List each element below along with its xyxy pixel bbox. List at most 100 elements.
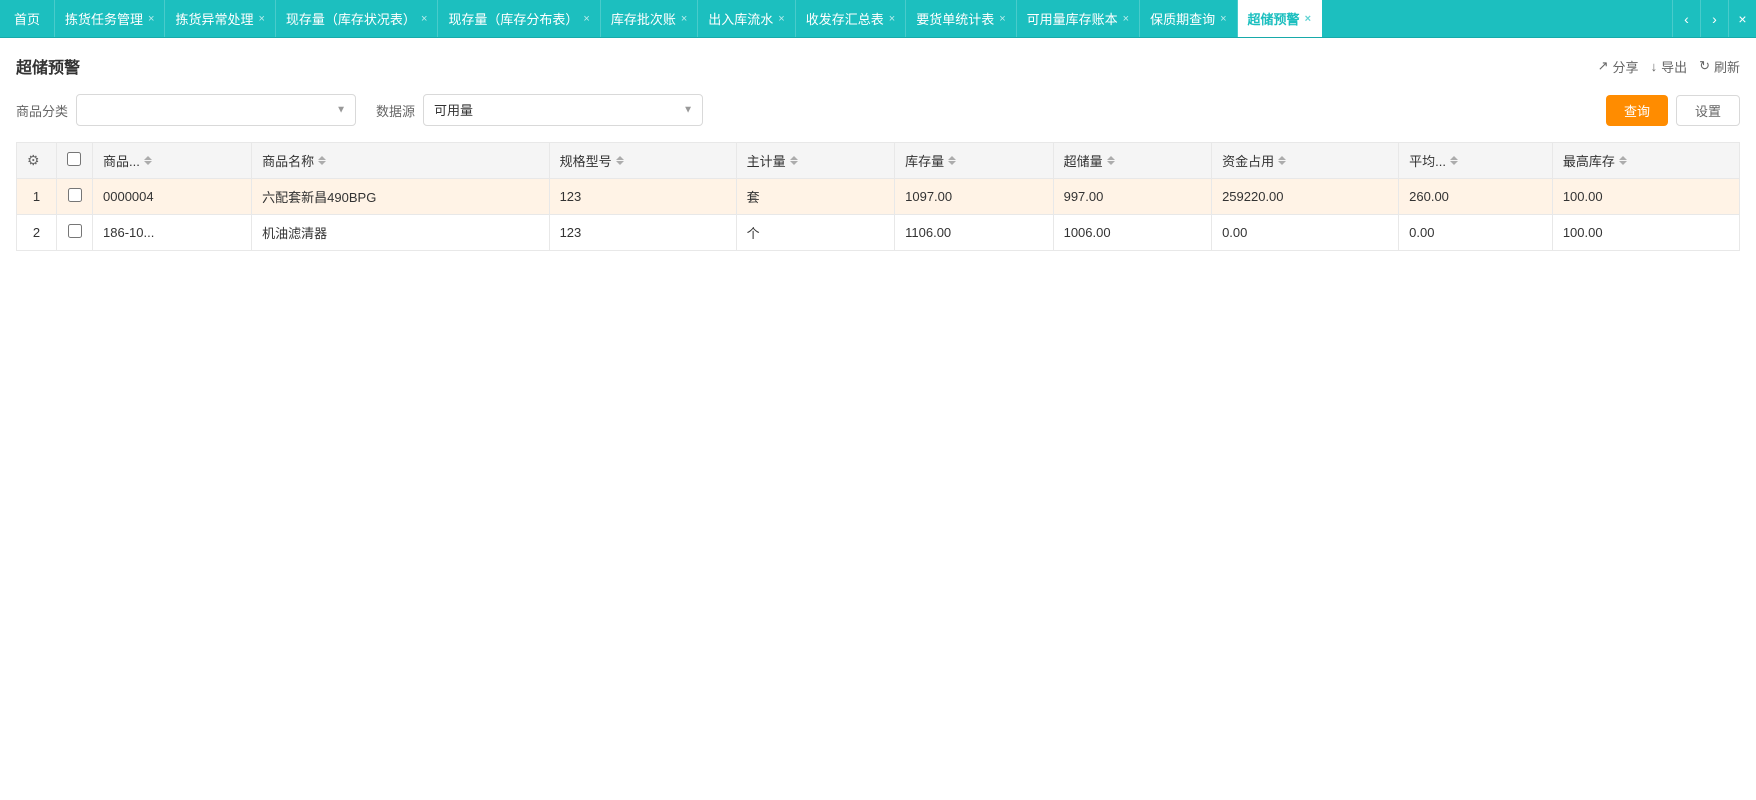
th-product-name[interactable]: 商品名称: [252, 143, 549, 179]
nav-tab-close-tab5[interactable]: ×: [681, 13, 687, 25]
td-product-name: 机油滤清器: [252, 215, 549, 251]
top-navigation: 首页 拣货任务管理×拣货异常处理×现存量（库存状况表）×现存量（库存分布表）×库…: [0, 0, 1756, 38]
th-capital[interactable]: 资金占用: [1212, 143, 1399, 179]
sort-icon-unit: [790, 156, 798, 165]
nav-tab-close-tab6[interactable]: ×: [778, 13, 784, 25]
nav-next-button[interactable]: ›: [1700, 0, 1728, 38]
export-icon: ↓: [1651, 59, 1658, 74]
td-max-stock: 100.00: [1552, 215, 1739, 251]
share-icon: ↗: [1598, 58, 1609, 74]
td-unit: 个: [736, 215, 894, 251]
td-spec: 123: [549, 179, 736, 215]
sort-icon-over: [1107, 156, 1115, 165]
nav-tab-tab8[interactable]: 要货单统计表×: [906, 0, 1016, 38]
td-spec: 123: [549, 215, 736, 251]
nav-tab-tab1[interactable]: 拣货任务管理×: [55, 0, 165, 38]
nav-close-button[interactable]: ×: [1728, 0, 1756, 38]
nav-tab-close-tab7[interactable]: ×: [889, 13, 895, 25]
td-avg: 0.00: [1399, 215, 1553, 251]
datasource-select[interactable]: 可用量 库存量: [423, 94, 703, 126]
nav-tab-tab6[interactable]: 出入库流水×: [698, 0, 795, 38]
filter-area: 商品分类 数据源 可用量 库存量 查询 设置: [16, 94, 1740, 126]
nav-tab-tab5[interactable]: 库存批次账×: [601, 0, 698, 38]
td-checkbox[interactable]: [57, 179, 93, 215]
page-header: 超储预警 ↗ 分享 ↓ 导出 ↻ 刷新: [16, 54, 1740, 78]
table-header-row: ⚙ 商品... 商品名称: [17, 143, 1740, 179]
nav-home[interactable]: 首页: [0, 0, 55, 38]
query-button[interactable]: 查询: [1606, 95, 1668, 126]
page-title: 超储预警: [16, 54, 80, 78]
sort-icon-capital: [1278, 156, 1286, 165]
category-select-wrapper: [76, 94, 356, 126]
export-label: 导出: [1661, 57, 1687, 76]
th-settings[interactable]: ⚙: [17, 143, 57, 179]
td-product-code: 0000004: [93, 179, 252, 215]
datasource-filter: 数据源 可用量 库存量: [376, 94, 703, 126]
td-product-code: 186-10...: [93, 215, 252, 251]
td-index: 1: [17, 179, 57, 215]
data-table: ⚙ 商品... 商品名称: [16, 142, 1740, 251]
th-unit[interactable]: 主计量: [736, 143, 894, 179]
datasource-select-wrapper: 可用量 库存量: [423, 94, 703, 126]
nav-tab-close-tab2[interactable]: ×: [258, 13, 264, 25]
share-label: 分享: [1613, 57, 1639, 76]
nav-arrows: ‹ › ×: [1672, 0, 1756, 38]
refresh-label: 刷新: [1714, 57, 1740, 76]
td-capital: 259220.00: [1212, 179, 1399, 215]
nav-prev-button[interactable]: ‹: [1672, 0, 1700, 38]
select-all-checkbox[interactable]: [67, 152, 81, 166]
th-avg[interactable]: 平均...: [1399, 143, 1553, 179]
td-stock: 1106.00: [895, 215, 1053, 251]
nav-tab-close-tab1[interactable]: ×: [148, 13, 154, 25]
sort-icon-spec: [616, 156, 624, 165]
td-product-name: 六配套新昌490BPG: [252, 179, 549, 215]
td-max-stock: 100.00: [1552, 179, 1739, 215]
category-select[interactable]: [76, 94, 356, 126]
nav-tab-close-tab9[interactable]: ×: [1123, 13, 1129, 25]
sort-icon-product-code: [144, 156, 152, 165]
category-filter: 商品分类: [16, 94, 356, 126]
td-over: 997.00: [1053, 179, 1211, 215]
nav-tab-tab10[interactable]: 保质期查询×: [1140, 0, 1237, 38]
datasource-label: 数据源: [376, 101, 415, 120]
nav-tab-tab9[interactable]: 可用量库存账本×: [1017, 0, 1140, 38]
td-avg: 260.00: [1399, 179, 1553, 215]
nav-tab-close-tab3[interactable]: ×: [421, 13, 427, 25]
th-checkbox[interactable]: [57, 143, 93, 179]
settings-button[interactable]: 设置: [1676, 95, 1740, 126]
refresh-action[interactable]: ↻ 刷新: [1699, 57, 1740, 76]
nav-tab-tab4[interactable]: 现存量（库存分布表）×: [438, 0, 600, 38]
nav-tab-tab3[interactable]: 现存量（库存状况表）×: [276, 0, 438, 38]
row-checkbox[interactable]: [68, 224, 82, 238]
nav-tab-close-tab4[interactable]: ×: [583, 13, 589, 25]
th-stock[interactable]: 库存量: [895, 143, 1053, 179]
nav-tab-close-tab8[interactable]: ×: [999, 13, 1005, 25]
nav-tab-tab11[interactable]: 超储预警×: [1238, 0, 1322, 38]
category-label: 商品分类: [16, 101, 68, 120]
share-action[interactable]: ↗ 分享: [1598, 57, 1639, 76]
gear-icon[interactable]: ⚙: [27, 152, 40, 168]
page-actions: ↗ 分享 ↓ 导出 ↻ 刷新: [1598, 57, 1740, 76]
sort-icon-max-stock: [1619, 156, 1627, 165]
export-action[interactable]: ↓ 导出: [1651, 57, 1688, 76]
th-over[interactable]: 超储量: [1053, 143, 1211, 179]
nav-tab-close-tab10[interactable]: ×: [1220, 13, 1226, 25]
th-spec[interactable]: 规格型号: [549, 143, 736, 179]
th-max-stock[interactable]: 最高库存: [1552, 143, 1739, 179]
td-over: 1006.00: [1053, 215, 1211, 251]
table-row: 10000004六配套新昌490BPG123套1097.00997.002592…: [17, 179, 1740, 215]
th-product-code[interactable]: 商品...: [93, 143, 252, 179]
td-checkbox[interactable]: [57, 215, 93, 251]
refresh-icon: ↻: [1699, 58, 1710, 74]
row-checkbox[interactable]: [68, 188, 82, 202]
filter-actions: 查询 设置: [1606, 95, 1740, 126]
nav-tab-close-tab11[interactable]: ×: [1305, 13, 1311, 25]
td-unit: 套: [736, 179, 894, 215]
sort-icon-product-name: [318, 156, 326, 165]
td-capital: 0.00: [1212, 215, 1399, 251]
nav-tab-tab7[interactable]: 收发存汇总表×: [796, 0, 906, 38]
nav-tab-tab2[interactable]: 拣货异常处理×: [165, 0, 275, 38]
td-index: 2: [17, 215, 57, 251]
sort-icon-stock: [948, 156, 956, 165]
sort-icon-avg: [1450, 156, 1458, 165]
